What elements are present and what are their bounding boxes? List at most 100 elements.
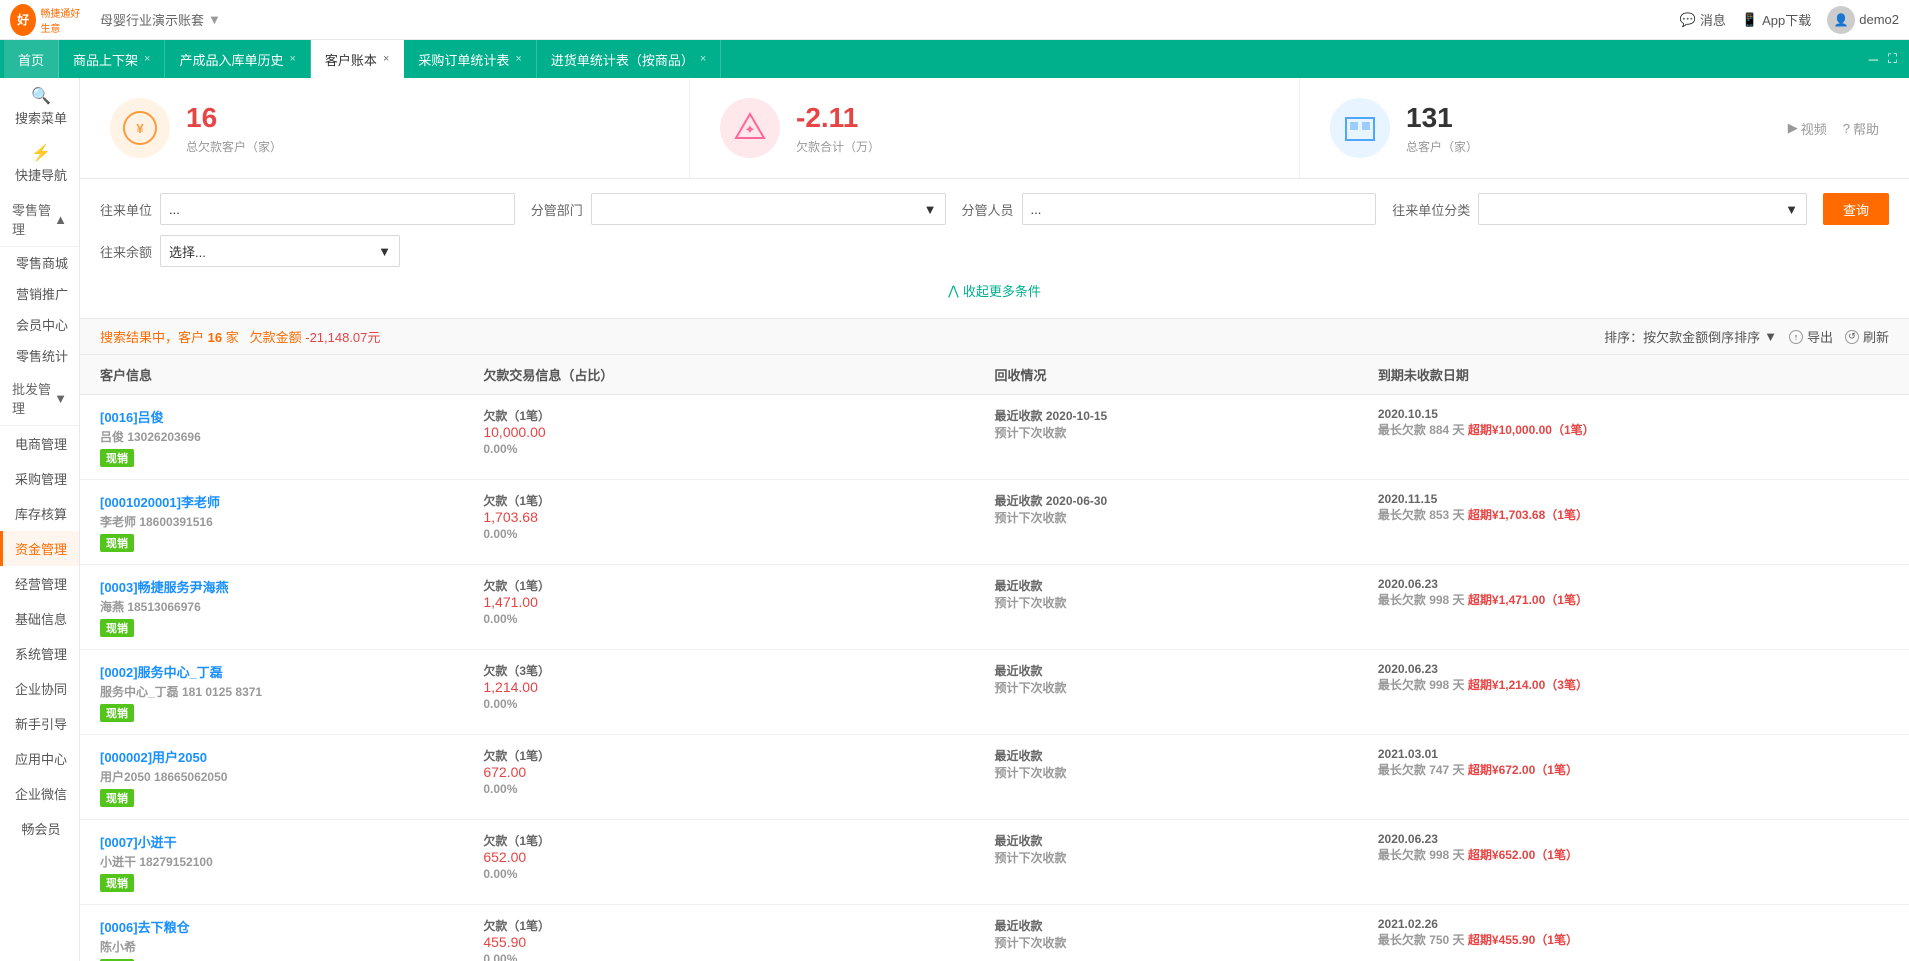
last-collect-date: 最近收款 [995, 747, 1378, 764]
unit-class-select[interactable]: ▼ [1478, 193, 1807, 225]
sidebar-item-basic[interactable]: 基础信息 [0, 601, 79, 636]
last-collect-date: 最近收款 [995, 577, 1378, 594]
sidebar-item-quicknav[interactable]: ⚡ 快捷导航 [0, 135, 79, 192]
wholesale-label: 批发管理 [12, 379, 54, 417]
tab-customer-account-close-icon[interactable]: × [383, 53, 389, 65]
tab-minimize-icon[interactable]: － [1867, 50, 1880, 69]
sidebar-item-purchase[interactable]: 采购管理 [0, 461, 79, 496]
sidebar-item-marketing[interactable]: 营销推广 [0, 278, 79, 309]
help-btn[interactable]: ? 帮助 [1843, 119, 1879, 138]
tab-goods-label: 商品上下架 [73, 50, 138, 69]
stat-total-customers: 131 总客户（家） ▶ 视频 ? 帮助 [1300, 78, 1909, 178]
debt-total-value: -2.11 [796, 102, 880, 134]
sidebar-item-search[interactable]: 🔍 搜索菜单 [0, 78, 79, 135]
recovery-cell: 最近收款 预计下次收款 [995, 662, 1378, 696]
tab-purchase-order-close-icon[interactable]: × [515, 53, 521, 65]
app-download-btn[interactable]: 📱 App下载 [1742, 10, 1811, 29]
app-logo: 好 [10, 4, 36, 36]
retail-stat-label: 零售统计 [16, 349, 68, 364]
sidebar-item-vip[interactable]: 畅会员 [0, 811, 79, 846]
sidebar-item-retail-mall[interactable]: 零售商城 [0, 247, 79, 278]
customer-name-link[interactable]: [0002]服务中心_丁磊 [100, 662, 483, 681]
last-collect-date: 最近收款 2020-10-15 [995, 407, 1378, 424]
overdue-date: 2020.06.23 [1378, 662, 1889, 676]
marketing-label: 营销推广 [16, 287, 68, 302]
debt-info-cell: 欠款（1笔） 652.00 0.00% [483, 832, 994, 881]
manager-input[interactable]: ... [1022, 193, 1377, 225]
customer-phone: 李老师 18600391516 [100, 513, 483, 530]
svg-text:✦: ✦ [745, 122, 756, 137]
sidebar-item-retail[interactable]: 零售管理 ▲ [0, 192, 79, 247]
sidebar-item-wholesale[interactable]: 批发管理 ▼ [0, 371, 79, 426]
refresh-label: 刷新 [1863, 327, 1889, 346]
retail-mall-label: 零售商城 [16, 256, 68, 271]
search-button[interactable]: 查询 [1823, 193, 1889, 225]
tab-customer-account[interactable]: 客户账本 × [311, 40, 404, 78]
debt-count: 欠款（3笔） [483, 662, 994, 679]
tab-goods-close-icon[interactable]: × [144, 53, 150, 65]
debt-customers-label: 总欠款客户（家） [186, 138, 282, 155]
debt-amount: 1,703.68 [483, 509, 994, 525]
sidebar-item-member[interactable]: 会员中心 [0, 309, 79, 340]
overdue-detail-link[interactable]: 超期¥652.00（1笔） [1468, 848, 1578, 862]
top-bar: 好 畅捷通好生意 母婴行业演示账套 ▼ 💬 消息 📱 App下载 👤 demo2 [0, 0, 1909, 40]
customer-name-link[interactable]: [0007]小迸干 [100, 832, 483, 851]
export-btn[interactable]: ↑ 导出 [1789, 327, 1833, 346]
table-header: 客户信息 欠款交易信息（占比） 回收情况 到期未收款日期 [80, 355, 1909, 395]
overdue-detail-link[interactable]: 超期¥10,000.00（1笔） [1468, 423, 1595, 437]
tab-purchase-order[interactable]: 采购订单统计表 × [404, 40, 536, 78]
sidebar-item-appcenter[interactable]: 应用中心 [0, 741, 79, 776]
tab-goods[interactable]: 商品上下架 × [59, 40, 165, 78]
sort-label: 排序：按欠款金额倒序排序 [1604, 327, 1760, 346]
customer-tag: 现销 [100, 704, 134, 722]
customer-tag: 现销 [100, 534, 134, 552]
tab-goods-stat-close-icon[interactable]: × [700, 53, 706, 65]
tab-home[interactable]: 首页 [4, 40, 59, 78]
debt-count: 欠款（1笔） [483, 577, 994, 594]
sidebar-item-business[interactable]: 经营管理 [0, 566, 79, 601]
table-row: [0003]畅捷服务尹海燕 海燕 18513066976 现销 欠款（1笔） 1… [80, 565, 1909, 650]
tab-expand-icon[interactable]: ⛶ [1888, 51, 1897, 67]
col-header-recovery: 回收情况 [995, 365, 1378, 384]
dept-select[interactable]: ▼ [591, 193, 946, 225]
overdue-detail-link[interactable]: 超期¥1,214.00（3笔） [1468, 678, 1588, 692]
store-selector[interactable]: 母婴行业演示账套 ▼ [100, 10, 221, 29]
balance-select[interactable]: 选择... ▼ [160, 235, 400, 267]
user-menu[interactable]: 👤 demo2 [1827, 6, 1899, 34]
overdue-detail-link[interactable]: 超期¥672.00（1笔） [1468, 763, 1578, 777]
dept-label: 分管部门 [531, 200, 583, 219]
stat-debt-total: ✦ -2.11 欠款合计（万） [690, 78, 1300, 178]
video-btn[interactable]: ▶ 视频 [1788, 119, 1827, 138]
last-collect-date: 最近收款 [995, 662, 1378, 679]
overdue-detail-link[interactable]: 超期¥455.90（1笔） [1468, 933, 1578, 947]
next-collect: 预计下次收款 [995, 679, 1378, 696]
customer-name-link[interactable]: [0001020001]李老师 [100, 492, 483, 511]
sidebar-item-wechat[interactable]: 企业微信 [0, 776, 79, 811]
collapse-more-btn[interactable]: ⋀ 收起更多条件 [100, 277, 1889, 304]
customer-name-link[interactable]: [000002]用户2050 [100, 747, 483, 766]
coming-unit-input[interactable]: ... [160, 193, 515, 225]
customer-name-link[interactable]: [0016]吕俊 [100, 407, 483, 426]
overdue-days: 最长欠款 998 天 超期¥1,214.00（3笔） [1378, 676, 1889, 693]
tab-production[interactable]: 产成品入库单历史 × [165, 40, 310, 78]
debt-amount: 652.00 [483, 849, 994, 865]
sort-selector[interactable]: 排序：按欠款金额倒序排序 ▼ [1604, 327, 1777, 346]
message-btn[interactable]: 💬 消息 [1680, 10, 1726, 29]
filter-row-2: 往来余额 选择... ▼ [100, 235, 1889, 267]
tab-goods-stat[interactable]: 进货单统计表（按商品） × [537, 40, 721, 78]
overdue-detail-link[interactable]: 超期¥1,703.68（1笔） [1468, 508, 1588, 522]
overdue-detail-link[interactable]: 超期¥1,471.00（1笔） [1468, 593, 1588, 607]
tab-production-close-icon[interactable]: × [289, 53, 295, 65]
sidebar-item-inventory[interactable]: 库存核算 [0, 496, 79, 531]
sidebar-item-retail-stat[interactable]: 零售统计 [0, 340, 79, 371]
customer-name-link[interactable]: [0003]畅捷服务尹海燕 [100, 577, 483, 596]
sidebar-item-system[interactable]: 系统管理 [0, 636, 79, 671]
sidebar-item-ecommerce[interactable]: 电商管理 [0, 426, 79, 461]
overdue-date: 2021.02.26 [1378, 917, 1889, 931]
refresh-btn[interactable]: ↺ 刷新 [1845, 327, 1889, 346]
sidebar-item-newbie[interactable]: 新手引导 [0, 706, 79, 741]
customer-name-link[interactable]: [0006]去下粮仓 [100, 917, 483, 936]
sidebar-item-collab[interactable]: 企业协同 [0, 671, 79, 706]
total-customers-value: 131 [1406, 102, 1478, 134]
sidebar-item-finance[interactable]: 资金管理 [0, 531, 79, 566]
